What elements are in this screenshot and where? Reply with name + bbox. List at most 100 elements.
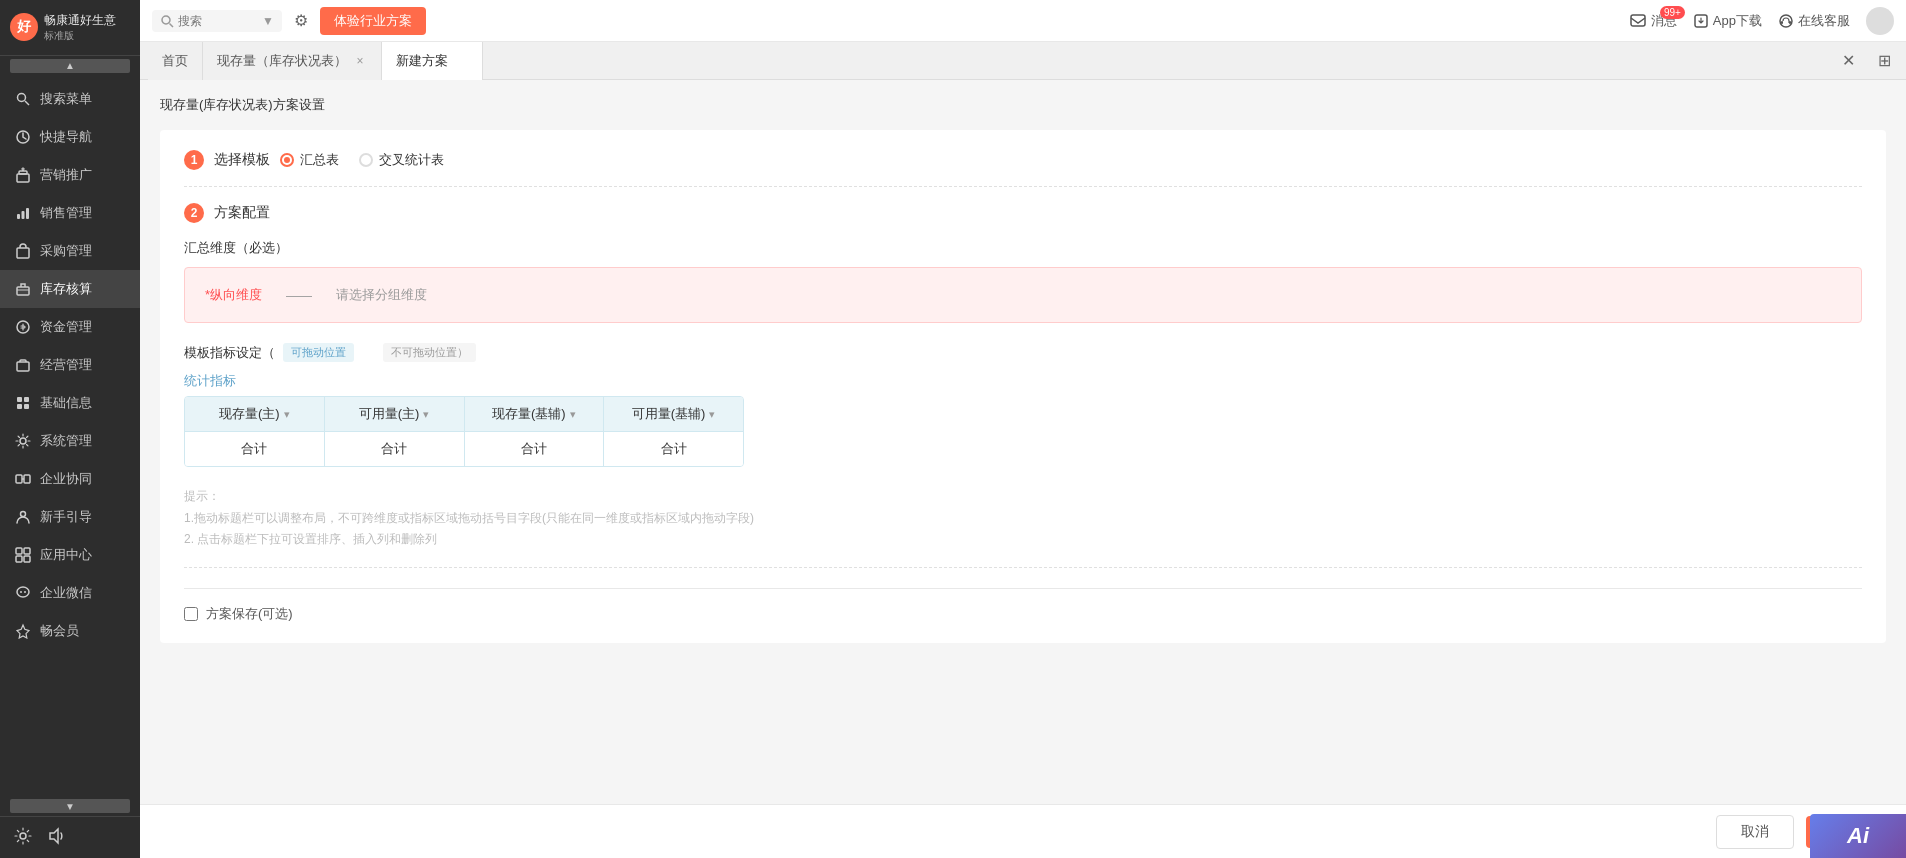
- radio-summary[interactable]: 汇总表: [280, 151, 339, 169]
- svg-marker-29: [50, 829, 58, 843]
- content-area: 现存量(库存状况表)方案设置 1 选择模板 汇总表 交叉统计表: [140, 80, 1906, 804]
- non-draggable-tag: 不可拖动位置）: [383, 343, 476, 362]
- svg-point-26: [20, 591, 22, 593]
- stats-section-label: 统计指标: [184, 372, 1862, 390]
- tab-new-plan[interactable]: 新建方案 ×: [382, 42, 483, 80]
- radio-cross-label: 交叉统计表: [379, 151, 444, 169]
- sidebar-item-finance[interactable]: 资金管理: [0, 308, 140, 346]
- sidebar-item-app-center[interactable]: 应用中心: [0, 536, 140, 574]
- template-radio-group: 汇总表 交叉统计表: [280, 151, 444, 169]
- svg-rect-24: [24, 556, 30, 562]
- sidebar-item-quick-nav[interactable]: 快捷导航: [0, 118, 140, 156]
- tab-home-label: 首页: [162, 52, 188, 70]
- sidebar-footer: [0, 816, 140, 858]
- col-chevron-2: ▾: [570, 408, 576, 421]
- sidebar-scroll-down[interactable]: ▼: [10, 799, 130, 813]
- sidebar-item-operations[interactable]: 经营管理: [0, 346, 140, 384]
- col-chevron-0: ▾: [284, 408, 290, 421]
- customer-service-label: 在线客服: [1798, 12, 1850, 30]
- radio-cross[interactable]: 交叉统计表: [359, 151, 444, 169]
- svg-rect-7: [26, 208, 29, 219]
- tab-home[interactable]: 首页: [148, 42, 203, 80]
- sidebar-item-label: 畅会员: [40, 622, 79, 640]
- stats-table-header: 现存量(主) ▾ 合计 可用量(主) ▾ 合计: [185, 397, 743, 466]
- svg-rect-32: [1631, 15, 1645, 26]
- topbar-appdownload-btn[interactable]: App下载: [1693, 12, 1762, 30]
- radio-cross-circle: [359, 153, 373, 167]
- logo-icon: 好: [10, 13, 38, 41]
- cancel-button[interactable]: 取消: [1716, 815, 1794, 849]
- topbar-service-btn[interactable]: 在线客服: [1778, 12, 1850, 30]
- topbar-trial-btn[interactable]: 体验行业方案: [320, 7, 426, 35]
- svg-rect-18: [24, 475, 30, 483]
- topbar-settings-btn[interactable]: ⚙: [290, 7, 312, 34]
- svg-rect-12: [17, 397, 22, 402]
- sidebar-item-label: 应用中心: [40, 546, 92, 564]
- svg-rect-22: [24, 548, 30, 554]
- topbar-message-btn[interactable]: 消息 99+: [1629, 12, 1677, 30]
- sidebar-item-label: 系统管理: [40, 432, 92, 450]
- sidebar-settings-btn[interactable]: [14, 827, 32, 848]
- sidebar-item-system[interactable]: 系统管理: [0, 422, 140, 460]
- vertical-dim-label: *纵向维度: [205, 286, 262, 304]
- sidebar-item-member[interactable]: 畅会员: [0, 612, 140, 650]
- col-chevron-1: ▾: [423, 408, 429, 421]
- stats-col-3: 可用量(基辅) ▾ 合计: [604, 397, 743, 466]
- save-checkbox[interactable]: [184, 607, 198, 621]
- svg-rect-36: [1789, 21, 1791, 24]
- svg-rect-14: [17, 404, 22, 409]
- topbar-avatar[interactable]: [1866, 7, 1894, 35]
- sidebar-sound-btn[interactable]: [48, 827, 66, 848]
- sidebar-item-wechat[interactable]: 企业微信: [0, 574, 140, 612]
- tip-label: 提示：: [184, 486, 1862, 508]
- sidebar-item-sales[interactable]: 销售管理: [0, 194, 140, 232]
- tips-section: 提示： 1.拖动标题栏可以调整布局，不可跨维度或指标区域拖动括号目字段(只能在同…: [184, 486, 1862, 551]
- svg-line-1: [25, 101, 29, 105]
- stats-col-header-2[interactable]: 现存量(基辅) ▾: [465, 397, 604, 432]
- download-icon: [1693, 13, 1709, 29]
- bag-icon: [14, 242, 32, 260]
- tab-new-plan-close[interactable]: ×: [454, 54, 468, 68]
- stats-col-body-3: 合计: [604, 432, 743, 466]
- chart-icon: [14, 204, 32, 222]
- dim-dash: ——: [286, 288, 312, 303]
- sidebar-item-search-menu[interactable]: 搜索菜单: [0, 80, 140, 118]
- app-name: 畅康通好生意: [44, 12, 116, 29]
- svg-rect-3: [17, 174, 29, 182]
- radio-summary-label: 汇总表: [300, 151, 339, 169]
- stats-col-body-2: 合计: [465, 432, 604, 466]
- stats-col-0: 现存量(主) ▾ 合计: [185, 397, 325, 466]
- sidebar-item-purchase[interactable]: 采购管理: [0, 232, 140, 270]
- tabbar-expand-btn[interactable]: ⊞: [1870, 47, 1898, 75]
- stats-col-header-0[interactable]: 现存量(主) ▾: [185, 397, 324, 432]
- stats-col-header-3[interactable]: 可用量(基辅) ▾: [604, 397, 743, 432]
- sidebar-item-label: 搜索菜单: [40, 90, 92, 108]
- sidebar-item-inventory[interactable]: 库存核算: [0, 270, 140, 308]
- svg-rect-13: [24, 397, 29, 402]
- svg-rect-11: [17, 362, 29, 371]
- svg-point-34: [1780, 15, 1792, 27]
- svg-rect-8: [17, 248, 29, 258]
- sidebar-item-marketing[interactable]: 营销推广: [0, 156, 140, 194]
- sidebar-item-base-info[interactable]: 基础信息: [0, 384, 140, 422]
- search-input[interactable]: [178, 14, 258, 28]
- sidebar-item-cooperation[interactable]: 企业协同: [0, 460, 140, 498]
- tab-inventory-label: 现存量（库存状况表）: [217, 52, 347, 70]
- svg-point-28: [20, 833, 26, 839]
- sidebar-item-newbie[interactable]: 新手引导: [0, 498, 140, 536]
- search-dropdown-btn[interactable]: ▼: [262, 14, 274, 28]
- tab-inventory-status[interactable]: 现存量（库存状况表） ×: [203, 42, 382, 80]
- stats-col-body-0: 合计: [185, 432, 324, 466]
- sidebar-scroll-up[interactable]: ▲: [10, 59, 130, 73]
- divider-1: [184, 186, 1862, 187]
- tabbar-close-btn[interactable]: ✕: [1834, 47, 1862, 75]
- sidebar-item-label: 营销推广: [40, 166, 92, 184]
- svg-rect-6: [22, 211, 25, 219]
- stats-col-header-1[interactable]: 可用量(主) ▾: [325, 397, 464, 432]
- dimension-box[interactable]: *纵向维度 —— 请选择分组维度: [184, 267, 1862, 323]
- money-icon: [14, 318, 32, 336]
- step2-title: 方案配置: [214, 204, 270, 222]
- tab-inventory-close[interactable]: ×: [353, 54, 367, 68]
- topbar-search-box: ▼: [152, 10, 282, 32]
- tabbar-right-btns: ✕ ⊞: [1834, 47, 1906, 75]
